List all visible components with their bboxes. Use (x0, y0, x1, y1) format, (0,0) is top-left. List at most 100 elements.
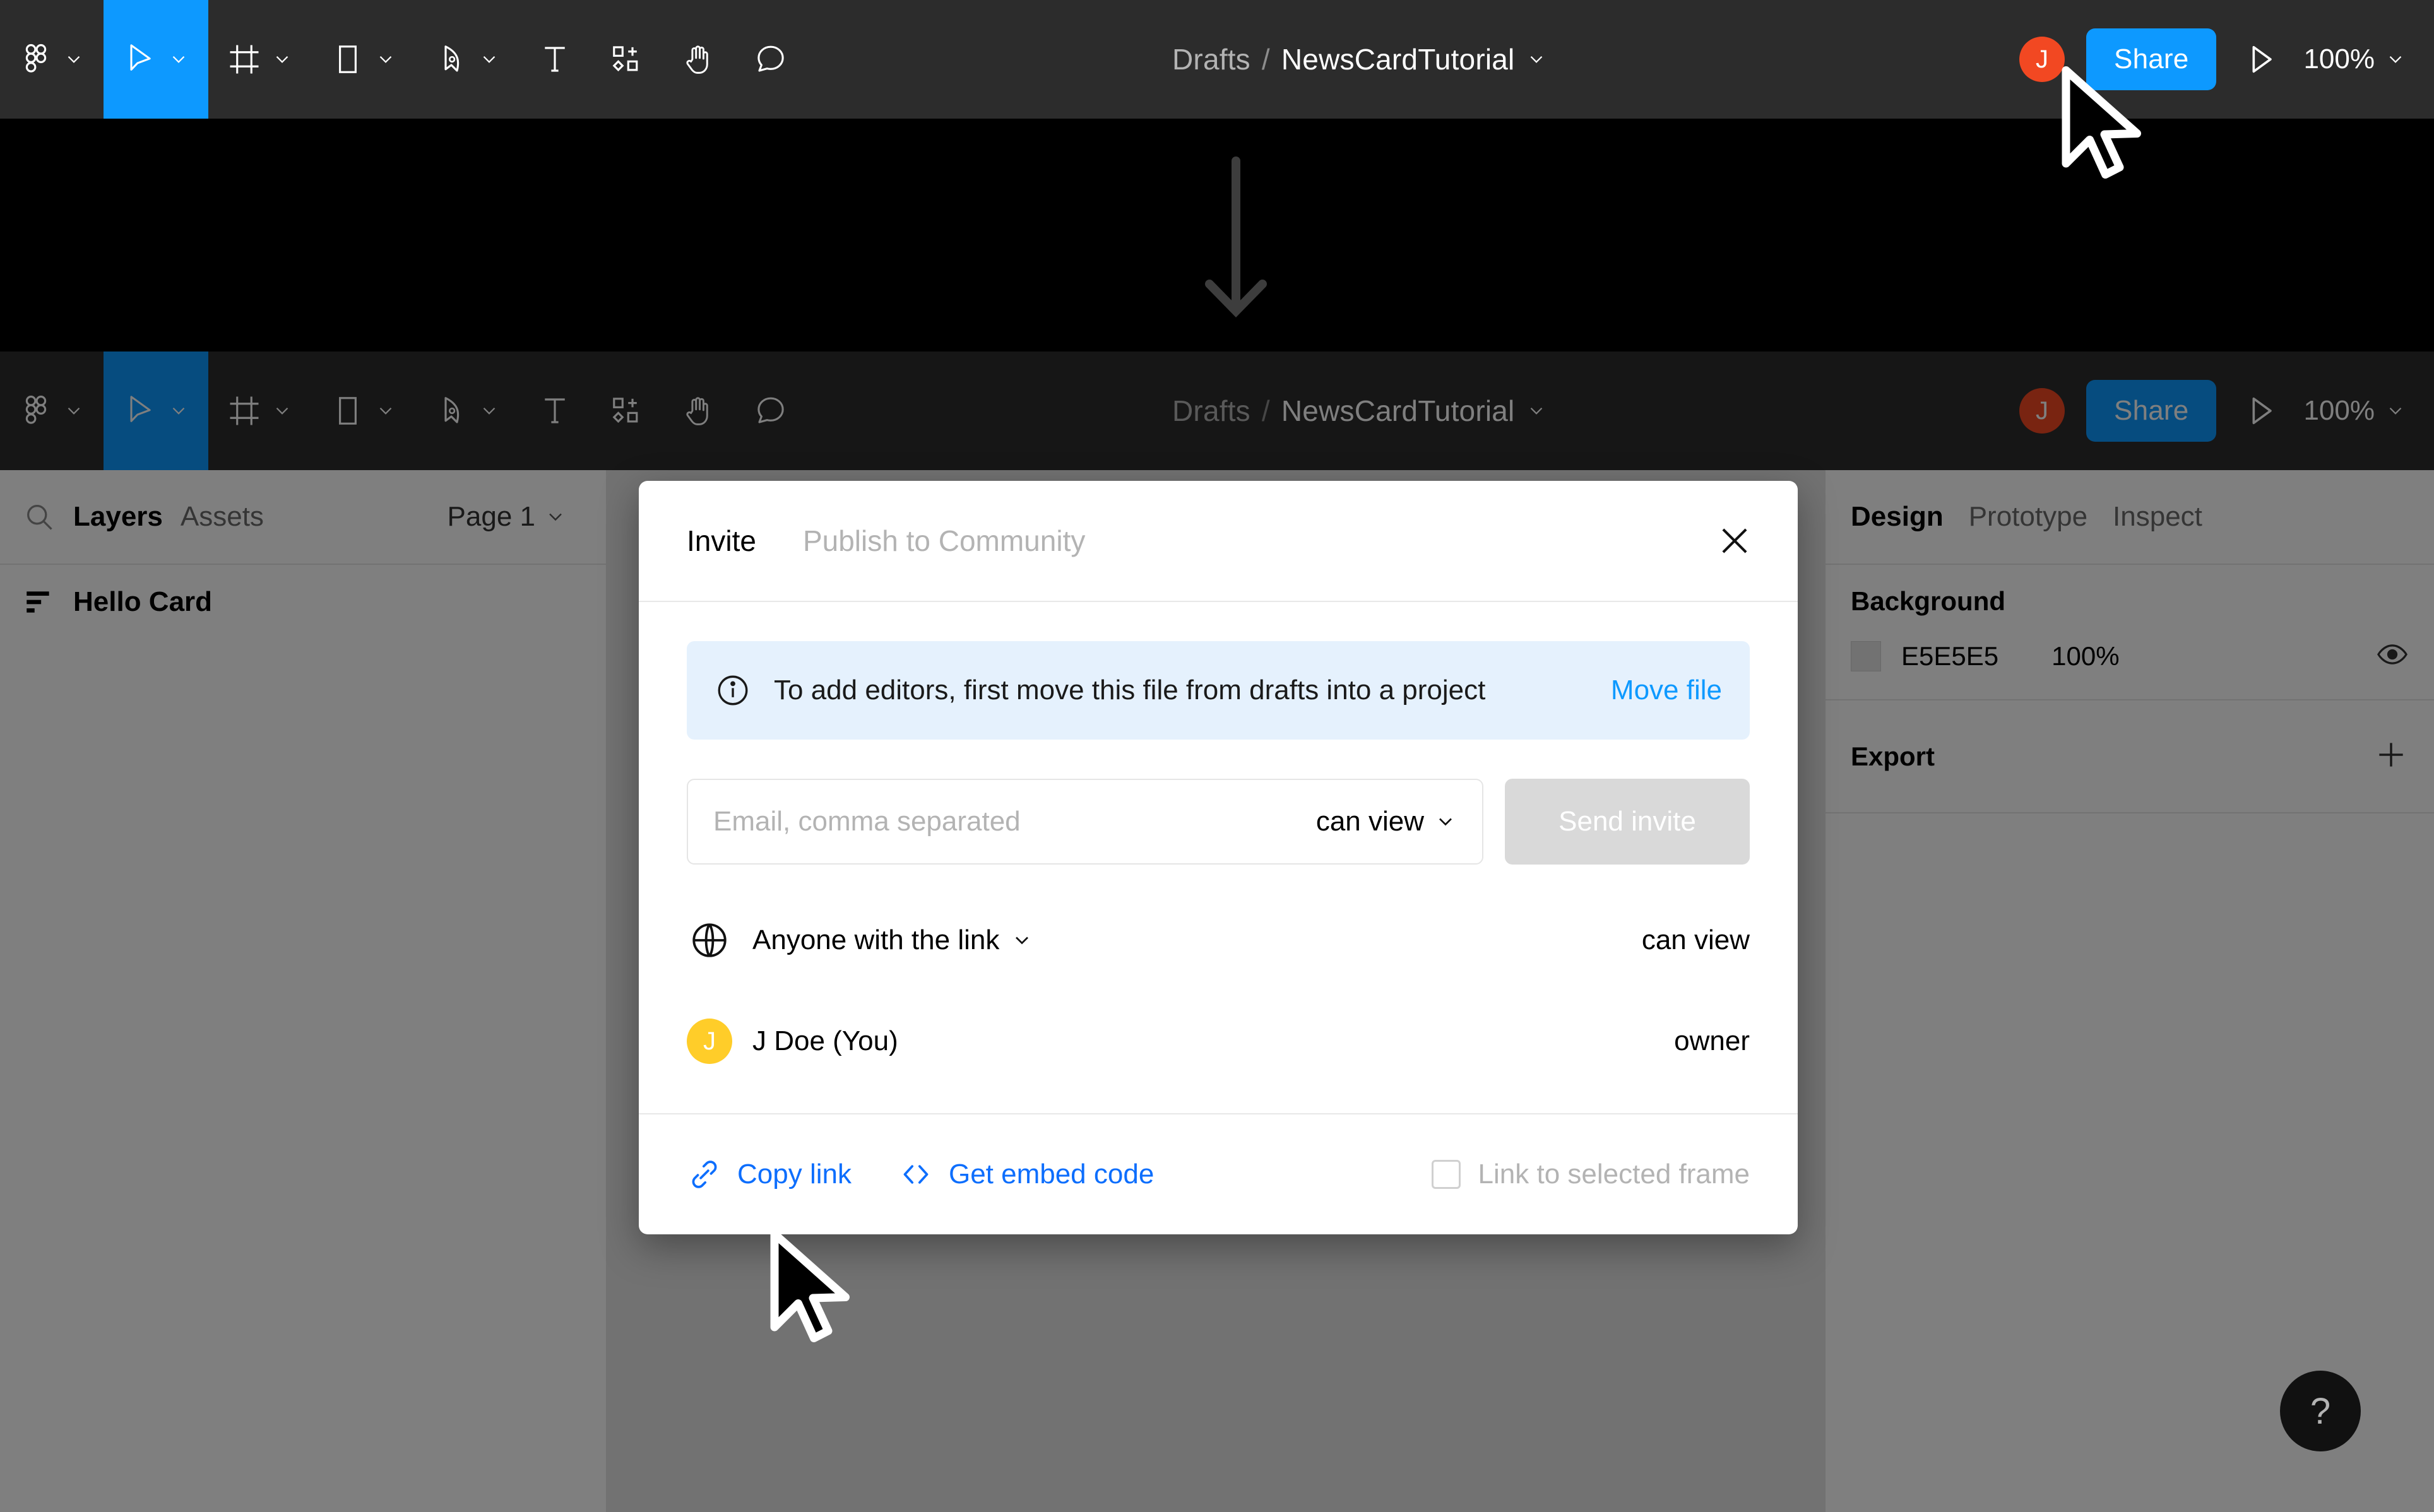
breadcrumb-file[interactable]: NewsCardTutorial (1281, 394, 1515, 428)
color-swatch[interactable] (1851, 641, 1881, 671)
background-opacity[interactable]: 100% (2051, 641, 2119, 671)
cursor-arrow-icon (130, 44, 151, 71)
present-button-dim[interactable] (2238, 389, 2282, 433)
toolbar-pen-tool[interactable] (415, 0, 519, 119)
toolbar-tools-group (0, 0, 807, 119)
tab-publish-to-community[interactable]: Publish to Community (803, 524, 1085, 558)
chevron-down-icon (68, 407, 80, 415)
comment-icon (757, 397, 784, 423)
chevron-down-icon (549, 513, 562, 521)
owner-permission: owner (1674, 1025, 1750, 1056)
toolbar-shape-tool[interactable] (312, 0, 415, 119)
toolbar-resources-tool[interactable] (591, 0, 663, 119)
avatar: J (687, 1019, 732, 1064)
copy-link-button[interactable]: Copy link (687, 1157, 852, 1192)
hand-icon (686, 397, 708, 425)
export-section: Export (1826, 700, 2434, 813)
share-modal-footer: Copy link Get embed code Link to selecte… (639, 1113, 1798, 1234)
close-button[interactable] (1711, 517, 1759, 565)
background-title: Background (1851, 586, 2006, 616)
chevron-down-icon (483, 56, 496, 63)
share-button-dim[interactable]: Share (2086, 380, 2217, 442)
toolbar-tools-group-dim (0, 351, 807, 470)
cursor-arrow-icon (130, 396, 151, 422)
toolbar-move-tool-dim[interactable] (104, 351, 208, 470)
tab-prototype[interactable]: Prototype (1969, 501, 2087, 533)
chevron-down-icon[interactable] (1526, 400, 1547, 422)
toolbar-text-tool-dim[interactable] (519, 351, 591, 470)
owner-avatar-wrapper: J (687, 1019, 732, 1064)
user-avatar[interactable]: J (2019, 388, 2065, 434)
anyone-with-link-label[interactable]: Anyone with the link (752, 924, 1033, 956)
breadcrumb-project[interactable]: Drafts (1172, 42, 1250, 76)
zoom-control[interactable]: 100% (2303, 44, 2406, 75)
toolbar-pen-tool-dim[interactable] (415, 351, 519, 470)
chevron-down-icon (172, 56, 185, 63)
tab-inspect[interactable]: Inspect (2113, 501, 2202, 533)
toolbar-right-controls: J Share 100% (2019, 28, 2434, 90)
get-embed-code-button[interactable]: Get embed code (898, 1157, 1154, 1192)
user-avatar[interactable]: J (2019, 37, 2065, 82)
toolbar-frame-tool-dim[interactable] (208, 351, 312, 470)
toolbar-shape-tool-dim[interactable] (312, 351, 415, 470)
zoom-level: 100% (2303, 395, 2375, 426)
tab-layers[interactable]: Layers (73, 501, 163, 533)
export-title: Export (1851, 741, 1935, 771)
toolbar-move-tool[interactable] (104, 0, 208, 119)
layer-row[interactable]: Hello Card (0, 565, 606, 639)
copy-link-label: Copy link (737, 1159, 852, 1190)
breadcrumb-project[interactable]: Drafts (1172, 394, 1250, 428)
get-embed-code-label: Get embed code (948, 1159, 1155, 1190)
toolbar-resources-tool-dim[interactable] (591, 351, 663, 470)
invite-row: Email, comma separated can view Send inv… (687, 779, 1750, 865)
toolbar-comment-tool-dim[interactable] (735, 351, 807, 470)
frame-icon (230, 45, 259, 74)
email-input-wrapper[interactable]: Email, comma separated can view (687, 779, 1483, 865)
checkbox-label: Link to selected frame (1478, 1159, 1750, 1190)
add-export-button[interactable] (2373, 737, 2409, 776)
tab-assets[interactable]: Assets (181, 501, 264, 533)
invite-permission-select[interactable]: can view (1316, 806, 1457, 837)
access-row-owner: J J Doe (You) owner (687, 991, 1750, 1092)
close-icon (1722, 528, 1747, 553)
tab-invite[interactable]: Invite (687, 524, 756, 558)
chevron-down-icon[interactable] (1526, 49, 1547, 70)
page-selector[interactable]: Page 1 (448, 501, 583, 533)
link-to-selected-frame-checkbox[interactable]: Link to selected frame (1431, 1159, 1750, 1190)
access-row-anyone-with-link[interactable]: Anyone with the link can view (687, 890, 1750, 991)
anyone-with-link-permission[interactable]: can view (1642, 924, 1750, 956)
right-panel-tabs: Design Prototype Inspect (1826, 470, 2434, 565)
present-button[interactable] (2238, 37, 2282, 81)
help-button[interactable]: ? (2280, 1371, 2361, 1451)
chevron-down-icon (379, 56, 392, 63)
background-hex[interactable]: E5E5E5 (1901, 641, 1998, 671)
right-panel: Design Prototype Inspect Background E5E5… (1824, 470, 2434, 1512)
toolbar-hand-tool[interactable] (663, 0, 735, 119)
share-button[interactable]: Share (2086, 28, 2217, 90)
breadcrumb-file[interactable]: NewsCardTutorial (1281, 42, 1515, 76)
chevron-down-icon (276, 407, 288, 415)
toolbar-frame-tool[interactable] (208, 0, 312, 119)
toolbar-figma-menu-dim[interactable] (0, 351, 104, 470)
checkbox-box[interactable] (1431, 1160, 1461, 1189)
play-icon (2252, 45, 2272, 73)
owner-name: J Doe (You) (752, 1025, 898, 1056)
link-icon (692, 1161, 717, 1188)
zoom-control-dim[interactable]: 100% (2303, 395, 2406, 427)
visibility-toggle[interactable] (2376, 638, 2409, 674)
toolbar-hand-tool-dim[interactable] (663, 351, 735, 470)
email-input[interactable]: Email, comma separated (713, 806, 1316, 837)
pen-icon (444, 45, 460, 72)
chevron-down-icon (2389, 407, 2402, 415)
move-file-link[interactable]: Move file (1611, 675, 1722, 706)
search-icon[interactable] (23, 500, 56, 533)
send-invite-button[interactable]: Send invite (1505, 779, 1750, 865)
question-mark-icon: ? (2310, 1390, 2331, 1432)
tab-design[interactable]: Design (1851, 501, 1944, 533)
share-modal: Invite Publish to Community To add edito… (639, 481, 1798, 1234)
toolbar-figma-menu[interactable] (0, 0, 104, 119)
eye-icon (2377, 644, 2407, 664)
toolbar-text-tool[interactable] (519, 0, 591, 119)
comment-icon (757, 45, 784, 72)
toolbar-comment-tool[interactable] (735, 0, 807, 119)
